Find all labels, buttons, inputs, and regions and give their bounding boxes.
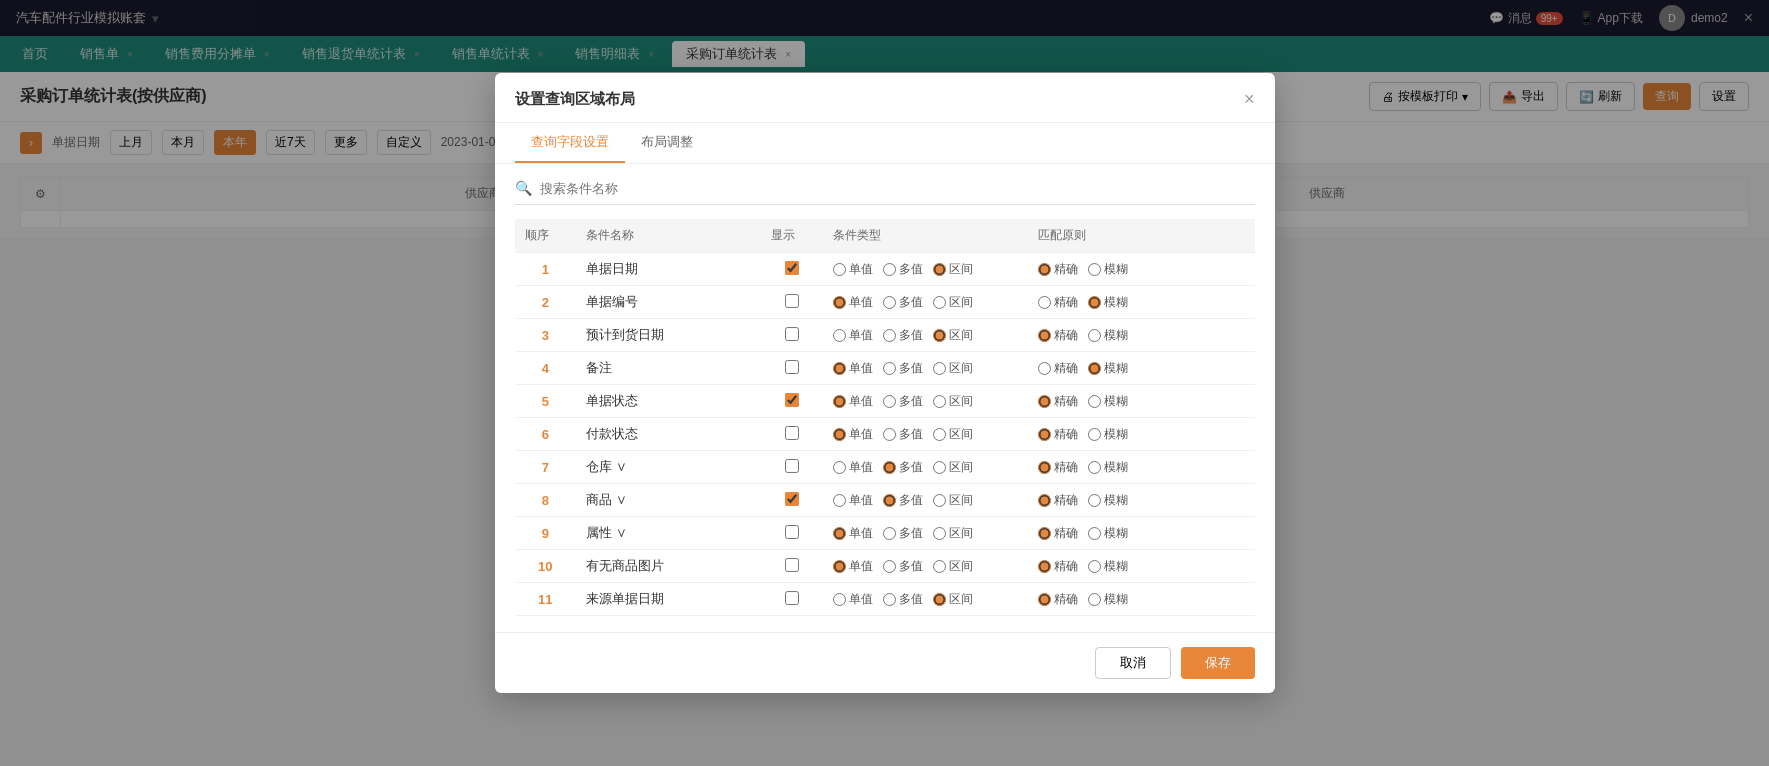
- dialog-title: 设置查询区域布局: [515, 90, 635, 109]
- dialog-body: 🔍 顺序 条件名称 显示 条件类型 匹配原则: [495, 164, 1275, 238]
- col-header-name: 条件名称: [576, 219, 761, 238]
- modal-overlay: 设置查询区域布局 × 查询字段设置 布局调整 🔍: [0, 0, 1769, 238]
- dialog-tabs: 查询字段设置 布局调整: [495, 123, 1275, 164]
- col-header-type: 条件类型: [823, 219, 1029, 238]
- search-icon: 🔍: [515, 180, 532, 196]
- dialog-close-button[interactable]: ×: [1244, 89, 1255, 110]
- tab-query-fields[interactable]: 查询字段设置: [515, 123, 625, 163]
- conditions-table: 顺序 条件名称 显示 条件类型 匹配原则 1单据日期单值多值区间精确模糊2单据编…: [515, 219, 1255, 238]
- search-input[interactable]: [540, 181, 1255, 196]
- dialog-header: 设置查询区域布局 ×: [495, 73, 1275, 123]
- col-header-show: 显示: [761, 219, 823, 238]
- settings-dialog: 设置查询区域布局 × 查询字段设置 布局调整 🔍: [495, 73, 1275, 238]
- tab-layout-adjust[interactable]: 布局调整: [625, 123, 709, 163]
- condition-search-bar: 🔍: [515, 180, 1255, 205]
- col-header-order: 顺序: [515, 219, 577, 238]
- col-header-match: 匹配原则: [1028, 219, 1254, 238]
